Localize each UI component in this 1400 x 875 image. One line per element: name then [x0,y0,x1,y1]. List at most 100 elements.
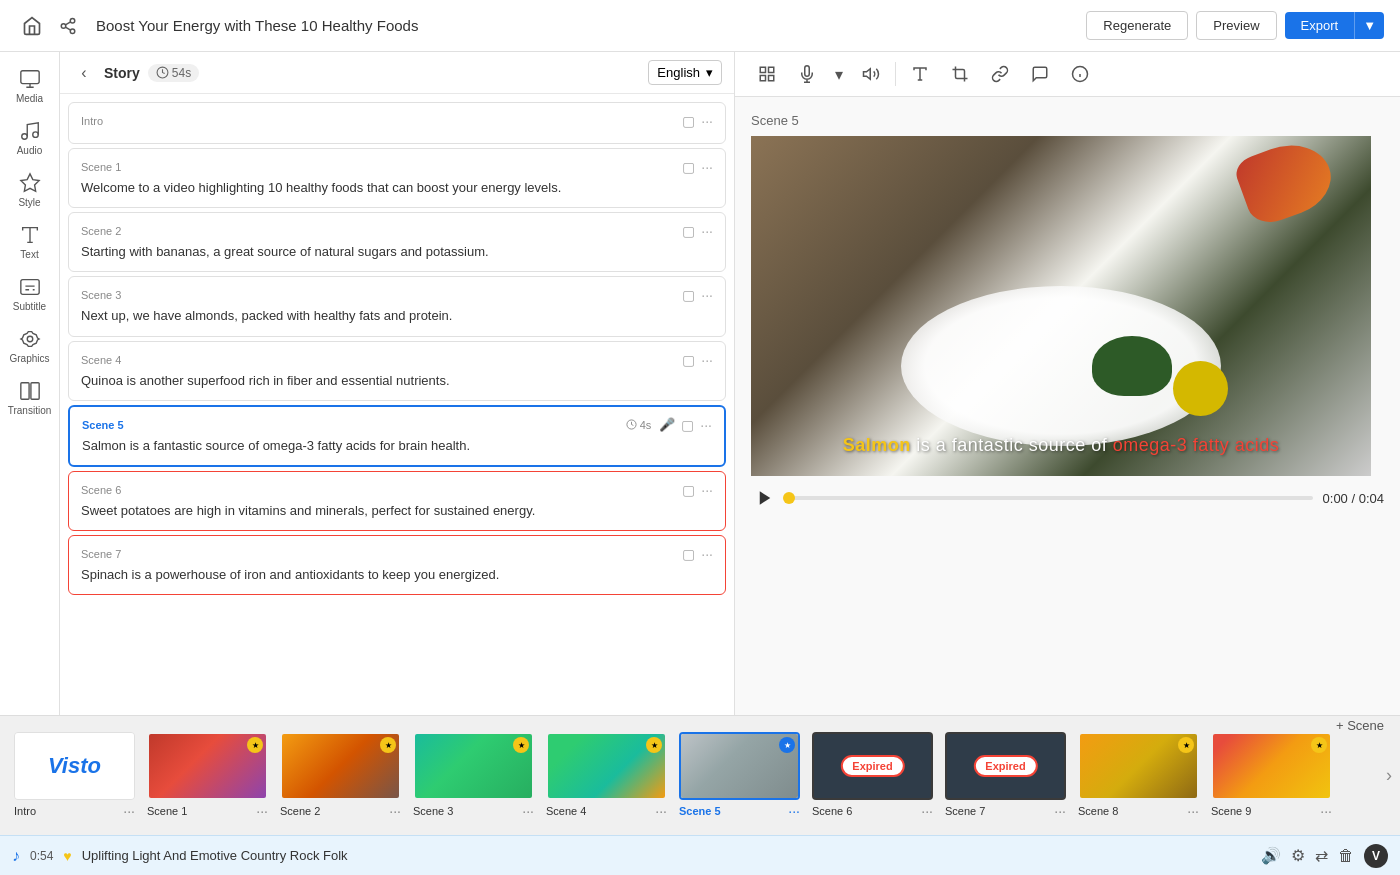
filmstrip-scene4[interactable]: ★ Scene 4 ··· [540,728,673,823]
svg-rect-5 [20,71,38,84]
comment-icon-4[interactable]: ▢ [682,352,695,368]
filmstrip-s9-dots[interactable]: ··· [1320,803,1332,819]
comment-icon-5[interactable]: ▢ [681,417,694,433]
mic-toolbar-icon[interactable] [791,58,823,90]
filmstrip-s2-dots[interactable]: ··· [389,803,401,819]
filmstrip-s2-label-row: Scene 2 ··· [280,803,401,819]
link-icon[interactable] [984,58,1016,90]
filmstrip-scene3[interactable]: ★ Scene 3 ··· [407,728,540,823]
scene-card-7[interactable]: Scene 7 ▢ ··· Spinach is a powerhouse of… [68,535,726,595]
share-button[interactable] [52,10,84,42]
comment-toolbar-icon[interactable] [1024,58,1056,90]
scene-card-4[interactable]: Scene 4 ▢ ··· Quinoa is another superfoo… [68,341,726,401]
scene-4-icons: ▢ ··· [682,352,713,368]
regenerate-button[interactable]: Regenerate [1086,11,1188,40]
filmstrip-scene7[interactable]: Expired Scene 7 ··· [939,728,1072,823]
sidebar-item-graphics[interactable]: Graphics [0,320,59,372]
filmstrip-scene1[interactable]: ★ Scene 1 ··· [141,728,274,823]
filmstrip-scene9[interactable]: ★ Scene 9 ··· [1205,728,1338,823]
filmstrip-s1-dots[interactable]: ··· [256,803,268,819]
sidebar-item-style[interactable]: Style [0,164,59,216]
scene-3-text: Next up, we have almonds, packed with he… [81,307,713,325]
filmstrip-s7-dots[interactable]: ··· [1054,803,1066,819]
more-icon-4[interactable]: ··· [701,352,713,368]
home-button[interactable] [16,10,48,42]
filmstrip-s8-dots[interactable]: ··· [1187,803,1199,819]
audio-delete-icon[interactable]: 🗑 [1338,847,1354,865]
scene-card-1[interactable]: Scene 1 ▢ ··· Welcome to a video highlig… [68,148,726,208]
filmstrip-s5-label: Scene 5 [679,805,721,817]
filmstrip-s3-label: Scene 3 [413,805,453,817]
scene-intro-icons: ▢ ··· [682,113,713,129]
layout-icon[interactable] [751,58,783,90]
more-icon-6[interactable]: ··· [701,482,713,498]
comment-icon[interactable]: ▢ [682,113,695,129]
scene-card-intro[interactable]: Intro ▢ ··· [68,102,726,144]
add-scene-label: + Scene [1336,718,1384,733]
sidebar-item-media[interactable]: Media [0,60,59,112]
sidebar-item-subtitle[interactable]: Subtitle [0,268,59,320]
more-icon-1[interactable]: ··· [701,159,713,175]
crop-icon[interactable] [944,58,976,90]
audio-shuffle-icon[interactable]: ⇄ [1315,846,1328,865]
add-scene-button[interactable]: + Scene [1336,718,1384,733]
more-icon[interactable]: ··· [701,113,713,129]
scene-card-6[interactable]: Scene 6 ▢ ··· Sweet potatoes are high in… [68,471,726,531]
more-icon-7[interactable]: ··· [701,546,713,562]
filmstrip-s6-dots[interactable]: ··· [921,803,933,819]
info-icon[interactable] [1064,58,1096,90]
collapse-button[interactable]: ‹ [72,61,96,85]
filmstrip-s6-label-row: Scene 6 ··· [812,803,933,819]
filmstrip-s3-dots[interactable]: ··· [522,803,534,819]
s5-badge: ★ [779,737,795,753]
sidebar-graphics-label: Graphics [9,353,49,364]
mic-icon-5[interactable]: 🎤 [659,417,675,432]
export-caret[interactable]: ▼ [1354,12,1384,39]
duration-value: 54s [172,66,191,80]
scenes-list: Intro ▢ ··· Scene 1 ▢ ··· Welcome to a v… [60,94,734,715]
s9-badge: ★ [1311,737,1327,753]
filmstrip-s5-label-row: Scene 5 ··· [679,803,800,819]
story-title: Story [104,65,140,81]
sidebar-item-transition[interactable]: Transition [0,372,59,424]
filmstrip-s4-dots[interactable]: ··· [655,803,667,819]
sidebar-item-text[interactable]: Text [0,216,59,268]
scene-card-5[interactable]: Scene 5 4s 🎤 ▢ ··· Salmon is a fantastic… [68,405,726,467]
preview-button[interactable]: Preview [1196,11,1276,40]
audio-mix-icon[interactable]: ⚙ [1291,846,1305,865]
filmstrip-intro-dots[interactable]: ··· [123,803,135,819]
filmstrip-scene5[interactable]: ★ Scene 5 ··· [673,728,806,823]
audio-logo-text: V [1372,849,1380,863]
more-icon-3[interactable]: ··· [701,287,713,303]
scene-1-label: Scene 1 [81,161,682,173]
export-button[interactable]: Export [1285,12,1355,39]
progress-bar[interactable] [789,496,1313,500]
audio-volume-icon[interactable]: 🔊 [1261,846,1281,865]
more-icon-2[interactable]: ··· [701,223,713,239]
scene-7-label: Scene 7 [81,548,682,560]
video-controls: 0:00 / 0:04 [751,476,1384,512]
filmstrip-intro-label: Intro [14,805,36,817]
language-selector[interactable]: English ▾ [648,60,722,85]
scene-card-3[interactable]: Scene 3 ▢ ··· Next up, we have almonds, … [68,276,726,336]
filmstrip-scene8[interactable]: ★ Scene 8 ··· [1072,728,1205,823]
comment-icon-3[interactable]: ▢ [682,287,695,303]
filmstrip-scene2[interactable]: ★ Scene 2 ··· [274,728,407,823]
play-button[interactable] [751,484,779,512]
scene-card-2[interactable]: Scene 2 ▢ ··· Starting with bananas, a g… [68,212,726,272]
filmstrip-scene6[interactable]: Expired Scene 6 ··· [806,728,939,823]
comment-icon-7[interactable]: ▢ [682,546,695,562]
volume-icon[interactable] [855,58,887,90]
comment-icon-2[interactable]: ▢ [682,223,695,239]
text-icon[interactable] [904,58,936,90]
mic-caret-icon[interactable]: ▾ [831,58,847,90]
filmstrip-s5-dots[interactable]: ··· [788,803,800,819]
more-icon-5[interactable]: ··· [700,417,712,433]
filmstrip-s6-thumb: Expired [812,732,933,800]
video-preview: Salmon is a fantastic source of omega-3 … [751,136,1371,476]
filmstrip-intro[interactable]: Visto Intro ··· [8,728,141,823]
comment-icon-6[interactable]: ▢ [682,482,695,498]
sidebar-item-audio[interactable]: Audio [0,112,59,164]
filmstrip-scroll-right[interactable]: › [1386,765,1392,786]
comment-icon-1[interactable]: ▢ [682,159,695,175]
